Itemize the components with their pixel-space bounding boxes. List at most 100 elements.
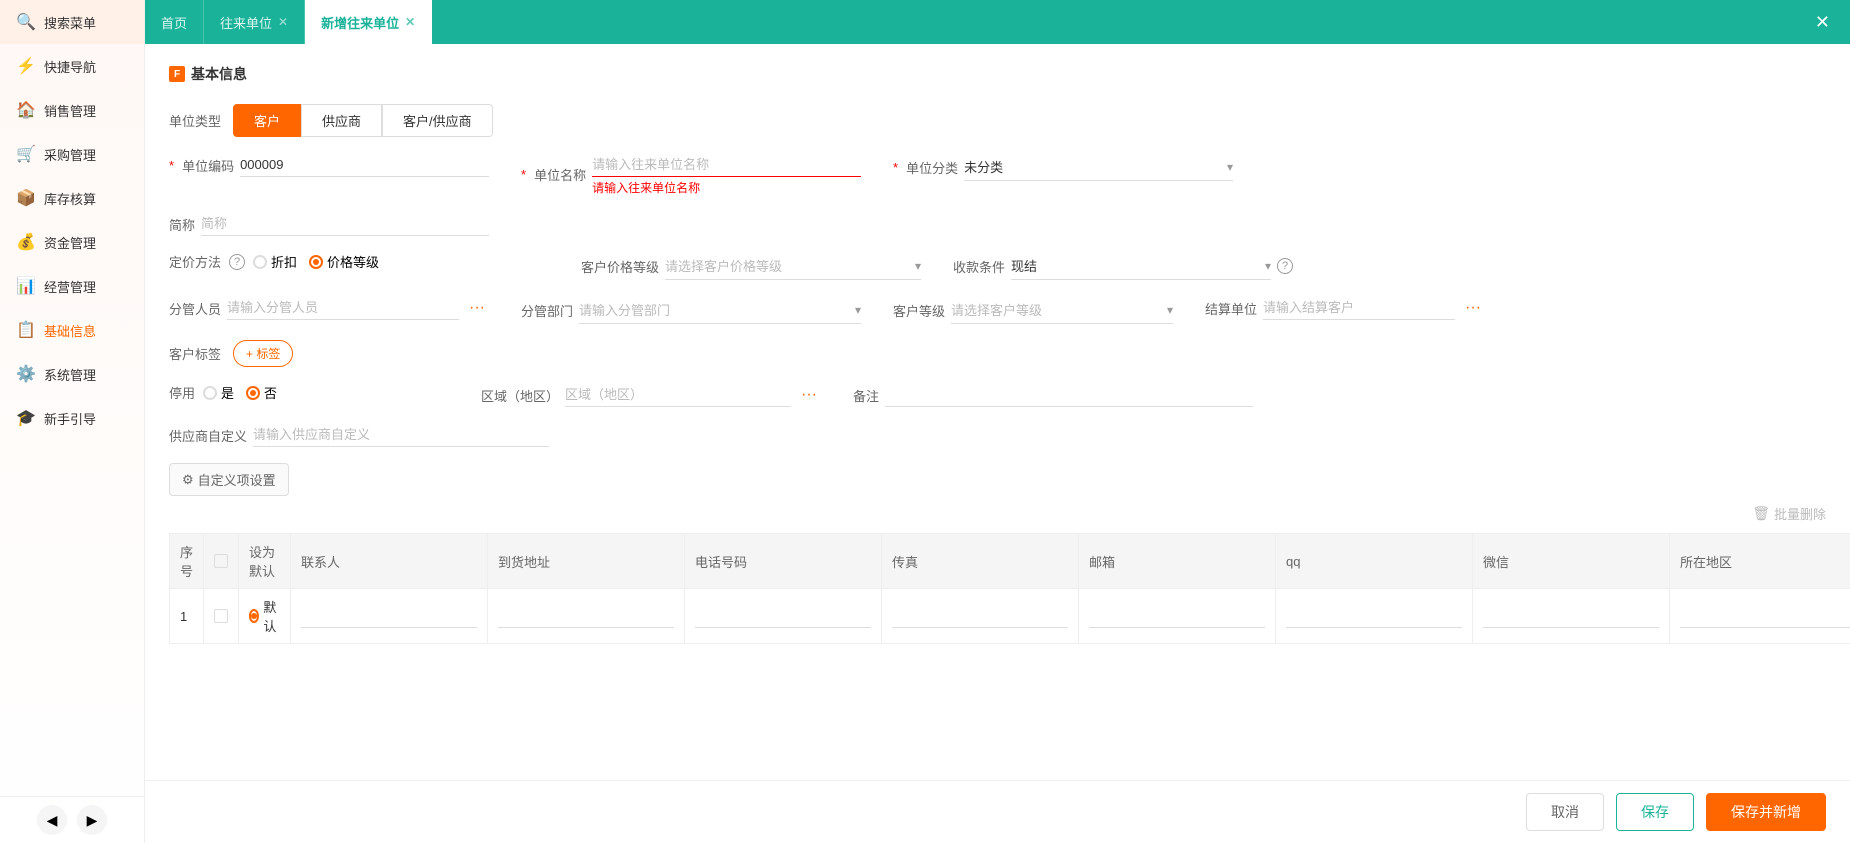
type-btn-customer[interactable]: 客户 bbox=[233, 104, 301, 137]
payment-terms-help-icon[interactable]: ? bbox=[1277, 258, 1293, 274]
col-seq: 序号 bbox=[170, 534, 204, 589]
row-contact-input[interactable] bbox=[301, 604, 477, 628]
tab-home[interactable]: 首页 bbox=[145, 0, 204, 44]
sidebar-item-basic[interactable]: 📋 基础信息 bbox=[0, 308, 144, 352]
customer-price-level-placeholder: 请选择客户价格等级 bbox=[665, 256, 911, 275]
tab-new-partner-close[interactable]: ✕ bbox=[405, 15, 415, 29]
disabled-no-radio[interactable] bbox=[246, 386, 260, 400]
customer-price-level-select[interactable]: 请选择客户价格等级 ▾ bbox=[665, 252, 921, 280]
row-email-input[interactable] bbox=[1089, 604, 1265, 628]
add-tag-button[interactable]: + 标签 bbox=[233, 340, 293, 367]
tab-partners-label: 往来单位 bbox=[220, 13, 272, 32]
manager-input[interactable] bbox=[227, 296, 459, 320]
batch-delete-bar: 🗑 批量删除 bbox=[169, 504, 1826, 523]
disabled-label: 停用 bbox=[169, 383, 195, 402]
unit-name-field-wrap: 请输入往来单位名称 bbox=[592, 153, 861, 196]
supplier-custom-row: 供应商自定义 bbox=[169, 423, 1826, 447]
collapse-icon[interactable]: ◀ bbox=[37, 805, 67, 835]
remark-field: 备注 bbox=[853, 383, 1253, 407]
row-region bbox=[1670, 589, 1850, 644]
payment-terms-field: 收款条件 现结 ▾ ? bbox=[953, 252, 1293, 280]
purchase-icon: 🛒 bbox=[16, 144, 36, 164]
manager-dots-button[interactable]: ··· bbox=[465, 299, 489, 317]
row-fax-input[interactable] bbox=[892, 604, 1068, 628]
tab-partners[interactable]: 往来单位 ✕ bbox=[204, 0, 305, 44]
supplier-custom-input[interactable] bbox=[253, 423, 549, 447]
pricing-method-help-icon[interactable]: ? bbox=[229, 254, 245, 270]
sidebar-item-newbie[interactable]: 🎓 新手引导 bbox=[0, 396, 144, 440]
sidebar-item-label: 系统管理 bbox=[44, 365, 96, 384]
short-name-input[interactable] bbox=[201, 212, 489, 236]
department-select[interactable]: 请输入分管部门 ▾ bbox=[579, 296, 861, 324]
pricing-level-option[interactable]: 价格等级 bbox=[309, 252, 379, 271]
tab-partners-close[interactable]: ✕ bbox=[278, 15, 288, 29]
tab-new-partner[interactable]: 新增往来单位 ✕ bbox=[305, 0, 432, 44]
row-wechat bbox=[1473, 589, 1670, 644]
row-default-radio[interactable] bbox=[249, 609, 259, 623]
sidebar-item-finance[interactable]: 💰 资金管理 bbox=[0, 220, 144, 264]
sidebar-item-operation[interactable]: 📊 经营管理 bbox=[0, 264, 144, 308]
row-phone-input[interactable] bbox=[695, 604, 871, 628]
row-address-input[interactable] bbox=[498, 604, 674, 628]
disabled-no-option[interactable]: 否 bbox=[246, 383, 277, 402]
expand-icon[interactable]: ▶ bbox=[77, 805, 107, 835]
window-close-button[interactable]: ✕ bbox=[1807, 8, 1838, 37]
sidebar-item-inventory[interactable]: 📦 库存核算 bbox=[0, 176, 144, 220]
disabled-yes-radio[interactable] bbox=[203, 386, 217, 400]
save-new-button[interactable]: 保存并新增 bbox=[1706, 793, 1826, 831]
unit-category-value: 未分类 bbox=[964, 157, 1223, 176]
type-btn-both[interactable]: 客户/供应商 bbox=[382, 104, 493, 137]
type-btn-supplier[interactable]: 供应商 bbox=[301, 104, 382, 137]
sidebar-item-label: 新手引导 bbox=[44, 409, 96, 428]
unit-category-field: * 单位分类 未分类 ▾ bbox=[893, 153, 1233, 181]
short-name-field: 简称 bbox=[169, 212, 489, 236]
pricing-discount-radio[interactable] bbox=[253, 255, 267, 269]
batch-delete-label[interactable]: 批量删除 bbox=[1774, 504, 1826, 523]
row-contact bbox=[291, 589, 488, 644]
manager-label: 分管人员 bbox=[169, 299, 221, 318]
row-email bbox=[1079, 589, 1276, 644]
pricing-discount-option[interactable]: 折扣 bbox=[253, 252, 297, 271]
settlement-unit-input[interactable] bbox=[1263, 296, 1455, 320]
sidebar-item-system[interactable]: ⚙️ 系统管理 bbox=[0, 352, 144, 396]
customer-tag-row: 客户标签 + 标签 bbox=[169, 340, 1826, 367]
select-all-checkbox[interactable] bbox=[214, 554, 228, 568]
unit-category-label: 单位分类 bbox=[906, 158, 958, 177]
customer-price-level-field: 客户价格等级 请选择客户价格等级 ▾ bbox=[581, 252, 921, 280]
customer-level-label: 客户等级 bbox=[893, 301, 945, 320]
region-dots-button[interactable]: ··· bbox=[797, 386, 821, 404]
row-qq-input[interactable] bbox=[1286, 604, 1462, 628]
payment-terms-select[interactable]: 现结 ▾ bbox=[1011, 252, 1271, 280]
unit-name-input[interactable] bbox=[592, 153, 861, 177]
row-checkbox[interactable] bbox=[214, 609, 228, 623]
pricing-level-radio[interactable] bbox=[309, 255, 323, 269]
settings-gear-icon: ⚙ bbox=[182, 472, 194, 488]
disabled-field: 停用 是 否 bbox=[169, 383, 449, 402]
row-region-input[interactable] bbox=[1680, 604, 1850, 628]
row-wechat-input[interactable] bbox=[1483, 604, 1659, 628]
customer-level-select[interactable]: 请选择客户等级 ▾ bbox=[951, 296, 1173, 324]
remark-input[interactable] bbox=[885, 383, 1253, 407]
custom-settings-button[interactable]: ⚙ 自定义项设置 bbox=[169, 463, 289, 496]
region-input[interactable] bbox=[565, 383, 791, 407]
unit-code-input[interactable] bbox=[240, 153, 489, 177]
row-default-radio-item[interactable]: 默认 bbox=[249, 597, 280, 635]
sidebar-item-search[interactable]: 🔍 搜索菜单 bbox=[0, 0, 144, 44]
payment-terms-label: 收款条件 bbox=[953, 257, 1005, 276]
row-default-label: 默认 bbox=[263, 597, 280, 635]
sidebar-item-purchase[interactable]: 🛒 采购管理 bbox=[0, 132, 144, 176]
sidebar-item-quick-nav[interactable]: ⚡ 快捷导航 bbox=[0, 44, 144, 88]
sidebar-item-sales[interactable]: 🏠 销售管理 bbox=[0, 88, 144, 132]
disabled-yes-option[interactable]: 是 bbox=[203, 383, 234, 402]
settlement-unit-label: 结算单位 bbox=[1205, 299, 1257, 318]
unit-category-select[interactable]: 未分类 ▾ bbox=[964, 153, 1233, 181]
col-region: 所在地区 bbox=[1670, 534, 1850, 589]
sidebar-item-label: 资金管理 bbox=[44, 233, 96, 252]
section-title-text: 基本信息 bbox=[191, 64, 247, 84]
row-qq bbox=[1276, 589, 1473, 644]
cancel-button[interactable]: 取消 bbox=[1526, 793, 1604, 831]
save-button[interactable]: 保存 bbox=[1616, 793, 1694, 831]
form-footer: 取消 保存 保存并新增 bbox=[145, 780, 1850, 843]
settlement-dots-button[interactable]: ··· bbox=[1461, 299, 1485, 317]
section-title: F 基本信息 bbox=[169, 64, 1826, 84]
